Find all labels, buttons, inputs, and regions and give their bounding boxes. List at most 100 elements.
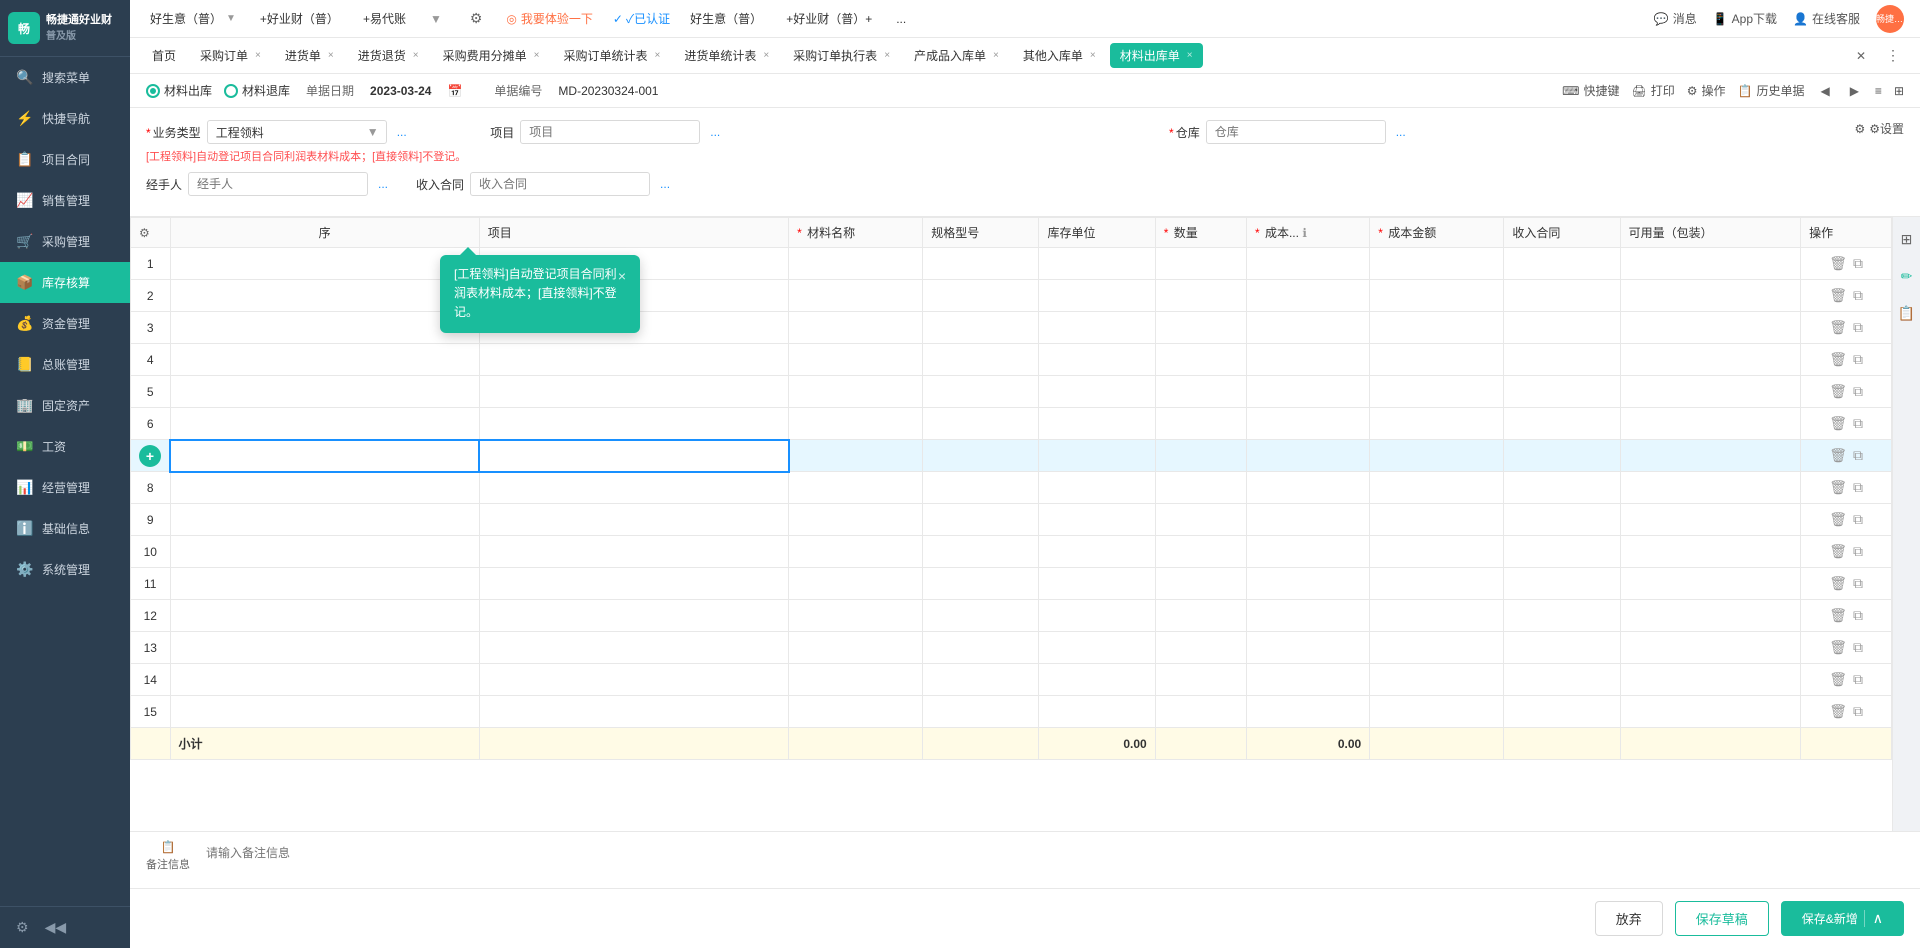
project-more-btn[interactable]: ... xyxy=(706,125,724,139)
date-value[interactable]: 2023-03-24 xyxy=(370,84,431,98)
sidebar-item-purchase[interactable]: 🛒 采购管理 xyxy=(0,221,130,262)
operation-btn[interactable]: ⚙ 操作 xyxy=(1687,82,1726,99)
sidebar-settings-icon[interactable]: ⚙ xyxy=(16,919,29,936)
nav-good-biz[interactable]: 好生意（普） ▼ xyxy=(146,10,240,27)
copy-row-icon[interactable]: ⧉ xyxy=(1853,351,1863,368)
tooltip-close-btn[interactable]: × xyxy=(618,265,626,287)
delete-row-icon[interactable]: 🗑 xyxy=(1829,639,1847,656)
tab-receive[interactable]: 进货单 × xyxy=(275,43,344,68)
tab-return-goods[interactable]: 进货退货 × xyxy=(348,43,429,68)
right-sidebar-icon-1[interactable]: ⊞ xyxy=(1895,225,1919,254)
calendar-icon[interactable]: 📅 xyxy=(447,84,462,98)
copy-row-icon[interactable]: ⧉ xyxy=(1853,639,1863,656)
handler-more-btn[interactable]: ... xyxy=(374,177,392,191)
tab-material-out[interactable]: 材料出库单 × xyxy=(1110,43,1203,68)
nav-good-biz2[interactable]: 好生意（普） xyxy=(686,10,766,27)
sidebar-collapse-icon[interactable]: ◀◀ xyxy=(45,919,67,936)
copy-row-icon[interactable]: ⧉ xyxy=(1853,383,1863,400)
close-all-btn[interactable]: ✕ xyxy=(1848,45,1874,67)
copy-row-icon[interactable]: ⧉ xyxy=(1853,447,1863,464)
col-settings-icon[interactable]: ⚙ xyxy=(139,226,150,240)
sidebar-item-salary[interactable]: 💵 工资 xyxy=(0,426,130,467)
copy-row-icon[interactable]: ⧉ xyxy=(1853,703,1863,720)
tab-purchase-expense[interactable]: 采购费用分摊单 × xyxy=(433,43,550,68)
sidebar-item-ledger[interactable]: 📒 总账管理 xyxy=(0,344,130,385)
delete-row-icon[interactable]: 🗑 xyxy=(1829,415,1847,432)
row7-col1-input[interactable] xyxy=(179,449,470,463)
sidebar-item-operations[interactable]: 📊 经营管理 xyxy=(0,467,130,508)
sidebar-item-search[interactable]: 🔍 搜索菜单 xyxy=(0,57,130,98)
list-view-btn[interactable]: ≡ xyxy=(1875,84,1882,98)
tab-purchase-stat[interactable]: 采购订单统计表 × xyxy=(553,43,670,68)
copy-row-icon[interactable]: ⧉ xyxy=(1853,543,1863,560)
delete-row-icon[interactable]: 🗑 xyxy=(1829,671,1847,688)
delete-row-icon[interactable]: 🗑 xyxy=(1829,479,1847,496)
delete-row-icon[interactable]: 🗑 xyxy=(1829,287,1847,304)
project-input[interactable] xyxy=(520,120,700,144)
delete-row-icon[interactable]: 🗑 xyxy=(1829,575,1847,592)
delete-row-icon[interactable]: 🗑 xyxy=(1829,319,1847,336)
tab-menu-btn[interactable]: ⋮ xyxy=(1878,43,1908,68)
delete-row-icon[interactable]: 🗑 xyxy=(1829,383,1847,400)
delete-row-icon[interactable]: 🗑 xyxy=(1829,543,1847,560)
tab-purchase-order[interactable]: 采购订单 × xyxy=(190,43,271,68)
copy-row-icon[interactable]: ⧉ xyxy=(1853,319,1863,336)
next-doc-btn[interactable]: ▶ xyxy=(1846,84,1863,98)
biz-type-more-btn[interactable]: ... xyxy=(393,125,411,139)
income-contract-input[interactable] xyxy=(470,172,650,196)
tab-close-icon[interactable]: × xyxy=(654,50,660,61)
notes-input[interactable] xyxy=(202,840,1904,880)
copy-row-icon[interactable]: ⧉ xyxy=(1853,415,1863,432)
nav-settings[interactable]: ⚙ xyxy=(470,10,483,27)
add-row-btn[interactable]: + xyxy=(139,445,161,467)
tab-close-icon[interactable]: × xyxy=(413,50,419,61)
history-btn[interactable]: 📋 历史单据 xyxy=(1737,82,1804,99)
save-draft-button[interactable]: 保存草稿 xyxy=(1675,901,1769,936)
copy-row-icon[interactable]: ⧉ xyxy=(1853,255,1863,272)
tab-close-icon[interactable]: × xyxy=(763,50,769,61)
discard-button[interactable]: 放弃 xyxy=(1595,901,1663,936)
online-support-btn[interactable]: 👤 在线客服 xyxy=(1793,10,1860,27)
delete-row-icon[interactable]: 🗑 xyxy=(1829,351,1847,368)
right-sidebar-icon-3[interactable]: 📋 xyxy=(1892,299,1920,328)
income-contract-more-btn[interactable]: ... xyxy=(656,177,674,191)
col-settings[interactable]: ⚙ xyxy=(131,218,171,248)
sidebar-item-inventory[interactable]: 📦 库存核算 xyxy=(0,262,130,303)
app-download-btn[interactable]: 📱 App下载 xyxy=(1713,10,1777,27)
tab-close-icon[interactable]: × xyxy=(534,50,540,61)
tab-close-icon[interactable]: × xyxy=(255,50,261,61)
tab-close-icon[interactable]: × xyxy=(1090,50,1096,61)
prev-doc-btn[interactable]: ◀ xyxy=(1816,84,1833,98)
warehouse-input[interactable] xyxy=(1206,120,1386,144)
cost-info-icon[interactable]: ℹ xyxy=(1302,226,1307,240)
grid-view-btn[interactable]: ⊞ xyxy=(1894,84,1904,98)
nav-more2[interactable]: ... xyxy=(892,12,910,26)
print-btn[interactable]: 🖨 打印 xyxy=(1631,82,1674,99)
sidebar-item-basic[interactable]: ℹ️ 基础信息 xyxy=(0,508,130,549)
save-new-arrow-icon[interactable]: ∧ xyxy=(1864,910,1883,927)
right-sidebar-icon-2[interactable]: ✏ xyxy=(1895,262,1919,291)
nav-easy-agent[interactable]: +易代账 xyxy=(359,10,410,27)
copy-row-icon[interactable]: ⧉ xyxy=(1853,671,1863,688)
copy-row-icon[interactable]: ⧉ xyxy=(1853,575,1863,592)
copy-row-icon[interactable]: ⧉ xyxy=(1853,511,1863,528)
sidebar-item-assets[interactable]: 🏢 固定资产 xyxy=(0,385,130,426)
row7-col2-input[interactable] xyxy=(488,449,779,463)
delete-row-icon[interactable]: 🗑 xyxy=(1829,255,1847,272)
message-btn[interactable]: 💬 消息 xyxy=(1654,10,1697,27)
tab-purchase-exec[interactable]: 采购订单执行表 × xyxy=(783,43,900,68)
nav-good-wealth2[interactable]: +好业财（普）+ xyxy=(782,10,876,27)
tab-close-icon[interactable]: × xyxy=(884,50,890,61)
warehouse-more-btn[interactable]: ... xyxy=(1392,125,1410,139)
sidebar-item-finance[interactable]: 💰 资金管理 xyxy=(0,303,130,344)
radio-material-out[interactable]: 材料出库 xyxy=(146,82,212,99)
nav-experience[interactable]: ◎ 我要体验一下 xyxy=(502,10,597,27)
tab-product-in[interactable]: 产成品入库单 × xyxy=(904,43,1009,68)
copy-row-icon[interactable]: ⧉ xyxy=(1853,479,1863,496)
tab-close-icon[interactable]: × xyxy=(328,50,334,61)
delete-row-icon[interactable]: 🗑 xyxy=(1829,607,1847,624)
sidebar-item-quicknav[interactable]: ⚡ 快捷导航 xyxy=(0,98,130,139)
sidebar-item-project[interactable]: 📋 项目合同 xyxy=(0,139,130,180)
form-settings-btn[interactable]: ⚙ ⚙设置 xyxy=(1854,120,1904,137)
tab-close-icon[interactable]: × xyxy=(1187,50,1193,61)
